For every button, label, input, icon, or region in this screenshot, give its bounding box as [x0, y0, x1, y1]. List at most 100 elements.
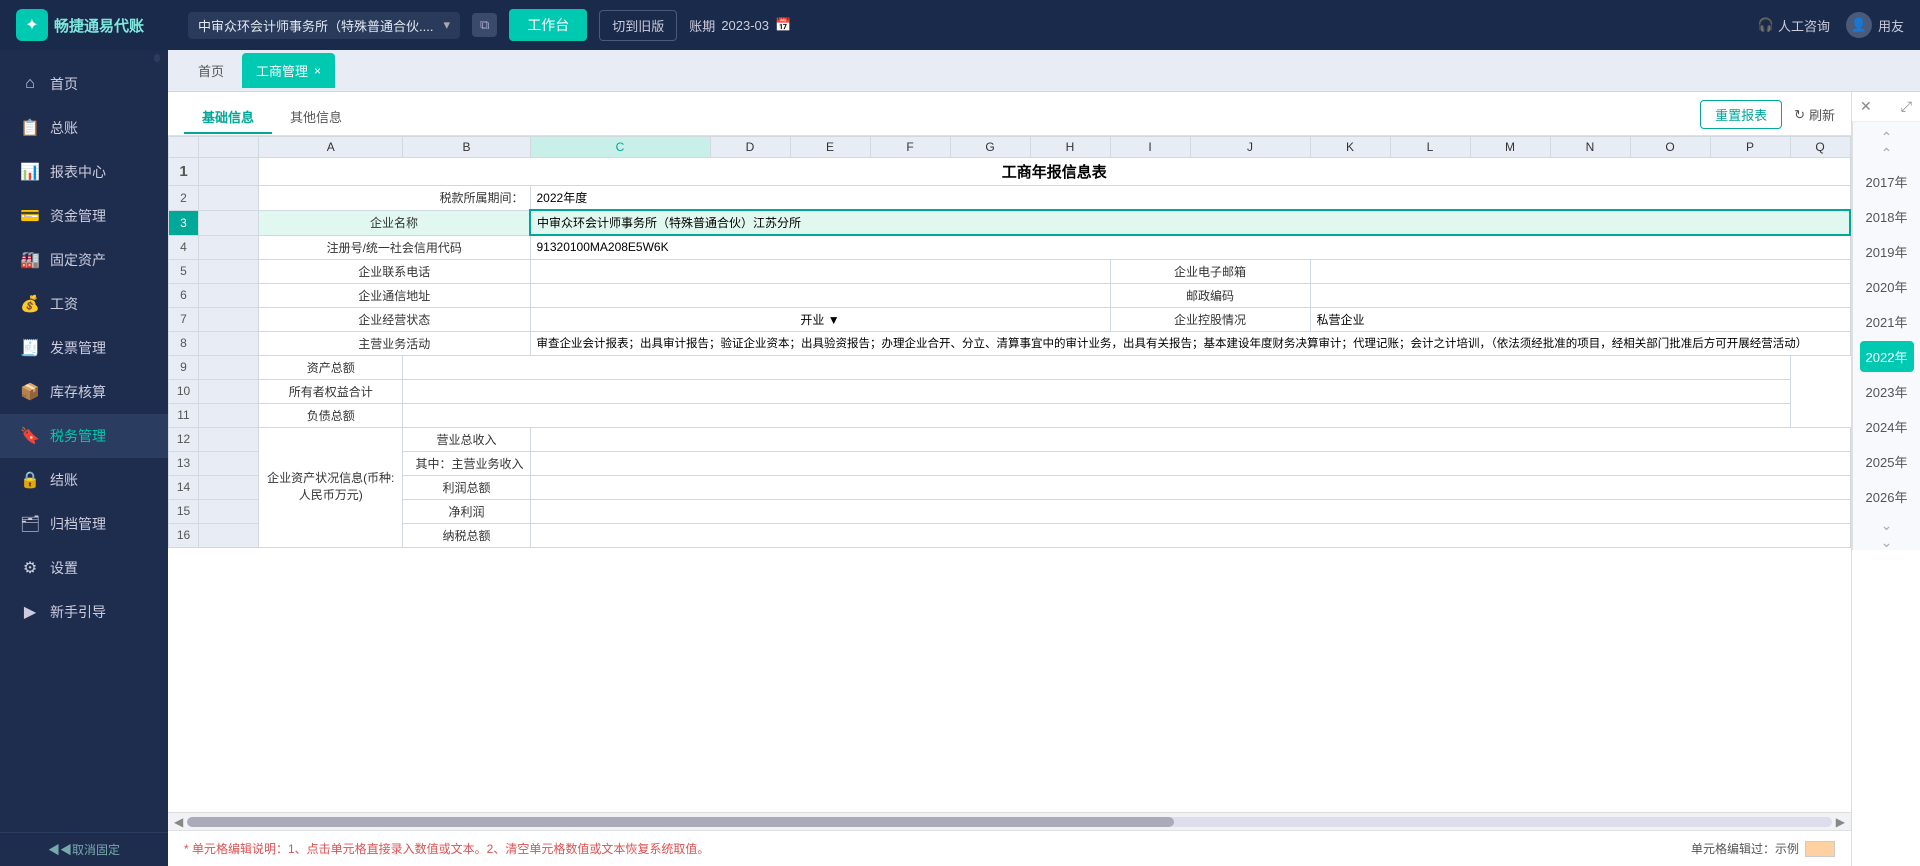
tab-other-label: 其他信息	[290, 110, 342, 125]
sidebar-item-newbie[interactable]: ▶ 新手引导	[0, 590, 168, 634]
value-holding[interactable]: 私营企业	[1310, 307, 1850, 331]
year-2017[interactable]: 2017年	[1860, 166, 1914, 197]
tab-basic-info[interactable]: 基础信息	[184, 101, 272, 134]
row-num: 2	[169, 186, 199, 211]
reset-report-button[interactable]: 重置报表	[1700, 100, 1782, 129]
year-2022[interactable]: 2022年	[1860, 341, 1914, 372]
col-header-D[interactable]: D	[710, 137, 790, 158]
col-header-O[interactable]: O	[1630, 137, 1710, 158]
value-phone[interactable]	[530, 259, 1110, 283]
sidebar-item-home[interactable]: ⌂ 首页	[0, 62, 168, 106]
col-header-K[interactable]: K	[1310, 137, 1390, 158]
col-header-M[interactable]: M	[1470, 137, 1550, 158]
chevron-up-icon[interactable]: ⌃	[1881, 130, 1893, 144]
value-liabilities[interactable]	[403, 403, 1790, 427]
col-header-N[interactable]: N	[1550, 137, 1630, 158]
year-2019[interactable]: 2019年	[1860, 236, 1914, 267]
value-total-revenue[interactable]	[530, 427, 1850, 451]
user-area[interactable]: 👤 用友	[1846, 12, 1904, 38]
tab-business-management[interactable]: 工商管理 ×	[242, 53, 335, 88]
col-header-J[interactable]: J	[1190, 137, 1310, 158]
sidebar-item-reports[interactable]: 📊 报表中心	[0, 150, 168, 194]
col-header-G[interactable]: G	[950, 137, 1030, 158]
column-header-row: A B C D E F G H I J	[169, 137, 1851, 158]
col-header-B[interactable]: B	[403, 137, 530, 158]
value-email[interactable]	[1310, 259, 1850, 283]
value-net-profit[interactable]	[530, 499, 1850, 523]
sidebar-item-salary[interactable]: 💰 工资	[0, 282, 168, 326]
year-2021[interactable]: 2021年	[1860, 306, 1914, 337]
col-header-C[interactable]: C	[530, 137, 710, 158]
row-num: 8	[169, 331, 199, 355]
sidebar-item-ledger[interactable]: 📋 总账	[0, 106, 168, 150]
panel-close-icon[interactable]: ✕	[1860, 98, 1872, 115]
newbie-icon: ▶	[20, 602, 40, 622]
row-num: 7	[169, 307, 199, 331]
col-header-A[interactable]: A	[259, 137, 403, 158]
tab-other-info[interactable]: 其他信息	[272, 101, 360, 134]
consult-button[interactable]: 🎧 人工咨询	[1758, 16, 1830, 35]
spreadsheet-container[interactable]: A B C D E F G H I J	[168, 136, 1851, 812]
h-scroll-right-arrow[interactable]: ▶	[1832, 815, 1849, 829]
col-header-I[interactable]: I	[1110, 137, 1190, 158]
col-header-L[interactable]: L	[1390, 137, 1470, 158]
sidebar-item-close[interactable]: 🔒 结账	[0, 458, 168, 502]
value-total-assets[interactable]	[403, 355, 1790, 379]
value-main-biz[interactable]: 审查企业会计报表；出具审计报告；验证企业资本；出具验资报告；办理企业合开、分立、…	[530, 331, 1850, 355]
year-2018[interactable]: 2018年	[1860, 201, 1914, 232]
col-header-H[interactable]: H	[1030, 137, 1110, 158]
pin-sidebar-button[interactable]: ◀◀取消固定	[0, 832, 168, 866]
sidebar-label-home: 首页	[50, 74, 78, 94]
refresh-button[interactable]: ↻ 刷新	[1794, 105, 1835, 124]
col-header-F[interactable]: F	[870, 137, 950, 158]
chevron-down2-icon[interactable]: ⌄	[1881, 534, 1893, 550]
sidebar-item-archive[interactable]: 🗂 归档管理	[0, 502, 168, 546]
chevron-up2-icon[interactable]: ⌃	[1881, 146, 1893, 160]
chevron-down-icon[interactable]: ⌄	[1881, 517, 1893, 533]
value-company-name[interactable]: 中审众环会计师事务所（特殊普通合伙）江苏分所	[530, 210, 1850, 235]
value-total-profit[interactable]	[530, 475, 1850, 499]
user-name: 用友	[1878, 16, 1904, 35]
year-2025[interactable]: 2025年	[1860, 446, 1914, 477]
value-reg-code[interactable]: 91320100MA208E5W6K	[530, 235, 1850, 259]
value-address[interactable]	[530, 283, 1110, 307]
value-biz-status[interactable]: 开业 ▼	[530, 307, 1110, 331]
value-main-revenue[interactable]	[530, 451, 1850, 475]
table-row: 1 工商年报信息表	[169, 158, 1851, 186]
year-2023[interactable]: 2023年	[1860, 376, 1914, 407]
sidebar-item-settings[interactable]: ⚙ 设置	[0, 546, 168, 590]
assets-icon: 🏭	[20, 250, 40, 270]
table-row[interactable]: 3 企业名称 中审众环会计师事务所（特殊普通合伙）江苏分所	[169, 210, 1851, 235]
col-header-E[interactable]: E	[790, 137, 870, 158]
col-header-Q[interactable]: Q	[1790, 137, 1850, 158]
value-postcode[interactable]	[1310, 283, 1850, 307]
sidebar-item-funds[interactable]: 💳 资金管理	[0, 194, 168, 238]
year-2026[interactable]: 2026年	[1860, 481, 1914, 512]
sidebar-item-inventory[interactable]: 📦 库存核算	[0, 370, 168, 414]
year-2024[interactable]: 2024年	[1860, 411, 1914, 442]
h-scroll-left-arrow[interactable]: ◀	[170, 815, 187, 829]
company-selector[interactable]: 中审众环会计师事务所（特殊普通合伙.... ▾	[188, 12, 460, 39]
panel-expand-icon[interactable]: ⤢	[1901, 98, 1912, 115]
sidebar-label-archive: 归档管理	[50, 514, 106, 534]
col-header-P[interactable]: P	[1710, 137, 1790, 158]
value-total-tax[interactable]	[530, 523, 1850, 547]
sidebar-label-tax: 税务管理	[50, 426, 106, 446]
calendar-icon[interactable]: 📅	[775, 17, 791, 33]
label-total-revenue: 营业总收入	[403, 427, 530, 451]
h-scroll-area[interactable]: ◀ ▶	[168, 812, 1851, 830]
workbench-button[interactable]: 工作台	[509, 9, 587, 41]
invoice-icon: 🧾	[20, 338, 40, 358]
copy-button[interactable]: ⧉	[472, 13, 497, 37]
old-version-button[interactable]: 切到旧版	[599, 10, 677, 41]
sidebar-item-invoice[interactable]: 🧾 发票管理	[0, 326, 168, 370]
year-2020[interactable]: 2020年	[1860, 271, 1914, 302]
value-equity[interactable]	[403, 379, 1790, 403]
sidebar-item-tax[interactable]: 🔖 税务管理	[0, 414, 168, 458]
sidebar-item-assets[interactable]: 🏭 固定资产	[0, 238, 168, 282]
tab-home[interactable]: 首页	[184, 53, 238, 88]
table-row: 10 所有者权益合计	[169, 379, 1851, 403]
value-period[interactable]: 2022年度	[530, 186, 1850, 211]
table-row: 8 主营业务活动 审查企业会计报表；出具审计报告；验证企业资本；出具验资报告；办…	[169, 331, 1851, 355]
tab-close-icon[interactable]: ×	[314, 64, 321, 78]
